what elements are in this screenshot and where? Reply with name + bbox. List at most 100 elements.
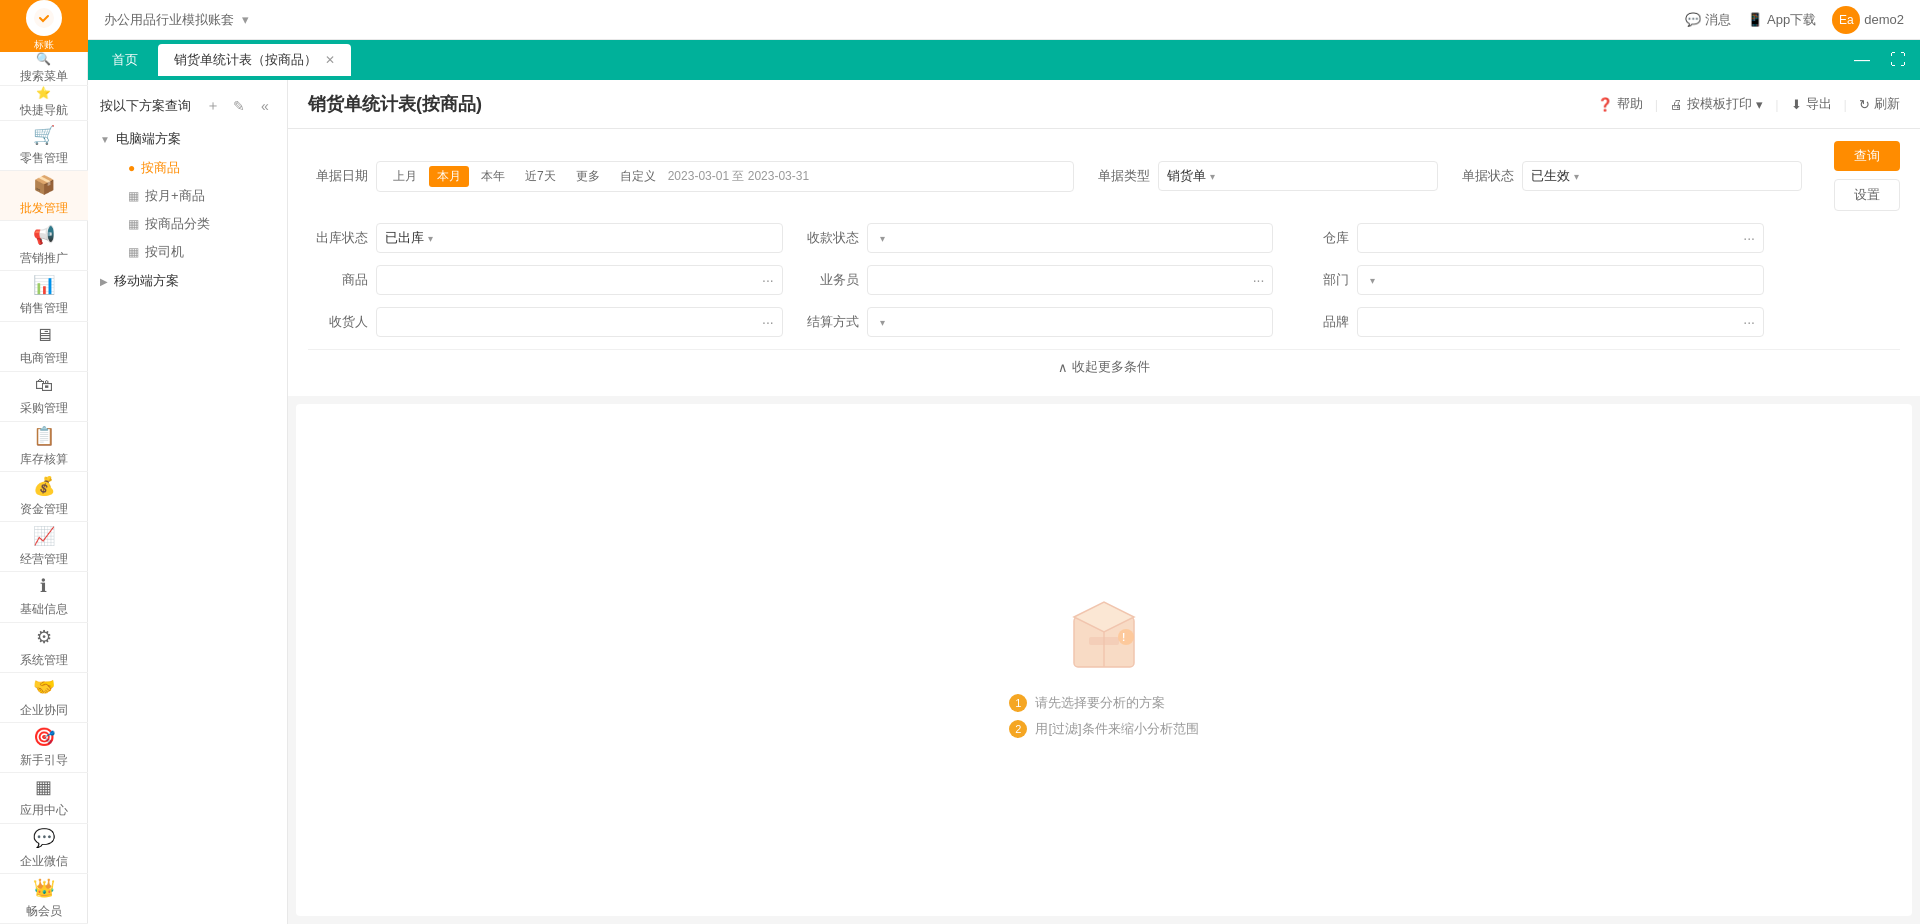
warehouse-label: 仓库 [1289,229,1349,247]
doc-type-control[interactable]: 销货单 ▾ [1158,161,1438,191]
svg-rect-4 [1089,637,1119,645]
sidebar-item-finance[interactable]: 💰 资金管理 [0,472,88,522]
sidebar-item-ecommerce[interactable]: 🖥 电商管理 [0,322,88,372]
date-tab-custom[interactable]: 自定义 [612,166,664,187]
finance-label: 资金管理 [20,501,68,518]
add-scheme-button[interactable]: ＋ [203,96,223,116]
refresh-icon: ↻ [1859,97,1870,112]
tree-node-mobile-label: 移动端方案 [114,272,179,290]
tab-home[interactable]: 首页 [96,44,154,76]
collect-status-control[interactable]: ▾ [867,223,1274,253]
date-tab-7days[interactable]: 近7天 [517,166,564,187]
page-header: 销货单统计表(按商品) ❓ 帮助 | 🖨 按模板打印 ▾ | [288,80,1920,129]
tree-node-desktop[interactable]: ▼ 电脑端方案 [88,124,287,154]
search-menu-item[interactable]: 🔍 搜索菜单 [0,52,88,86]
tab-sales-stat[interactable]: 销货单统计表（按商品） ✕ [158,44,351,76]
brand-label: 品牌 [1289,313,1349,331]
date-tab-more[interactable]: 更多 [568,166,608,187]
by-driver-icon: ▦ [128,245,139,259]
export-icon: ⬇ [1791,97,1802,112]
sidebar-item-wxwork[interactable]: 💬 企业微信 [0,824,88,874]
sidebar-item-apps[interactable]: ▦ 应用中心 [0,773,88,823]
dept-control[interactable]: ▾ [1357,265,1764,295]
sidebar-item-sales[interactable]: 📊 销售管理 [0,271,88,321]
date-tab-this-month[interactable]: 本月 [429,166,469,187]
export-button[interactable]: ⬇ 导出 [1791,95,1832,113]
date-tab-this-year[interactable]: 本年 [473,166,513,187]
tree-node-by-category[interactable]: ▦ 按商品分类 [108,210,287,238]
apps-label: 应用中心 [20,802,68,819]
sidebar-item-wholesale[interactable]: 📦 批发管理 [0,171,88,221]
collab-label: 企业协同 [20,702,68,719]
brand-dots[interactable]: ··· [1743,314,1755,330]
tab-close-button[interactable]: ✕ [325,53,335,67]
salesman-control[interactable]: ··· [867,265,1274,295]
user-profile-button[interactable]: Ea demo2 [1832,6,1904,34]
collapse-panel-button[interactable]: « [255,96,275,116]
settings-button[interactable]: 设置 [1834,179,1900,211]
message-button[interactable]: 💬 消息 [1685,11,1731,29]
salesman-dots[interactable]: ··· [1253,272,1265,288]
receiver-control[interactable]: ··· [376,307,783,337]
filter-brand: 品牌 ··· [1289,307,1764,337]
sidebar-item-inventory[interactable]: 📋 库存核算 [0,422,88,472]
refresh-button[interactable]: ↻ 刷新 [1859,95,1900,113]
hint-num-2: 2 [1009,720,1027,738]
brand-control[interactable]: ··· [1357,307,1764,337]
sidebar-item-basic[interactable]: ℹ 基础信息 [0,572,88,622]
doc-type-label: 单据类型 [1090,167,1150,185]
warehouse-control[interactable]: ··· [1357,223,1764,253]
by-goods-icon: ● [128,161,135,175]
sidebar-item-marketing[interactable]: 📢 营销推广 [0,221,88,271]
print-icon: 🖨 [1670,97,1683,112]
filter-collect-status: 收款状态 ▾ [799,223,1274,253]
sidebar-item-purchase[interactable]: 🛍 采购管理 [0,372,88,422]
goods-dots[interactable]: ··· [762,272,774,288]
divider-2: | [1775,97,1778,112]
warehouse-dots[interactable]: ··· [1743,230,1755,246]
quick-nav-item[interactable]: ⭐ 快捷导航 [0,86,88,120]
tab-maximize-button[interactable]: ⛶ [1884,46,1912,74]
inventory-label: 库存核算 [20,451,68,468]
payment-control[interactable]: ▾ [867,307,1274,337]
left-panel-title: 按以下方案查询 [100,97,191,115]
goods-control[interactable]: ··· [376,265,783,295]
app-logo[interactable]: 标账 [0,0,88,52]
top-header: 办公用品行业模拟账套 ▾ 💬 消息 📱 App下载 Ea demo2 [88,0,1920,40]
template-dropdown-icon[interactable]: ▾ [242,12,249,27]
print-button[interactable]: 🖨 按模板打印 ▾ [1670,95,1763,113]
sidebar-item-collab[interactable]: 🤝 企业协同 [0,673,88,723]
app-download-label: App下载 [1767,11,1816,29]
collapse-filter-button[interactable]: ∧ 收起更多条件 [308,349,1900,384]
sidebar-item-member[interactable]: 👑 畅会员 [0,874,88,924]
by-category-icon: ▦ [128,217,139,231]
print-label: 按模板打印 [1687,95,1752,113]
date-tab-last-month[interactable]: 上月 [385,166,425,187]
out-status-control[interactable]: 已出库 ▾ [376,223,783,253]
sidebar-item-guide[interactable]: 🎯 新手引导 [0,723,88,773]
divider-1: | [1655,97,1658,112]
app-download-button[interactable]: 📱 App下载 [1747,11,1816,29]
sidebar-item-operations[interactable]: 📈 经营管理 [0,522,88,572]
tree-node-mobile[interactable]: ▶ 移动端方案 [88,266,287,296]
dept-arrow: ▾ [1370,275,1375,286]
export-label: 导出 [1806,95,1832,113]
tab-minimize-button[interactable]: — [1848,46,1876,74]
user-name: demo2 [1864,12,1904,27]
help-button[interactable]: ❓ 帮助 [1597,95,1643,113]
guide-label: 新手引导 [20,752,68,769]
sidebar-item-retail[interactable]: 🛒 零售管理 [0,121,88,171]
tree-node-by-month-goods[interactable]: ▦ 按月+商品 [108,182,287,210]
tree-node-by-driver[interactable]: ▦ 按司机 [108,238,287,266]
edit-scheme-button[interactable]: ✎ [229,96,249,116]
date-tabs: 上月 本月 本年 近7天 更多 自定义 2023-03-01 至 2023-03… [385,166,1065,187]
query-button[interactable]: 查询 [1834,141,1900,171]
basic-label: 基础信息 [20,601,68,618]
goods-label: 商品 [308,271,368,289]
doc-status-control[interactable]: 已生效 ▾ [1522,161,1802,191]
tree-expand-icon: ▼ [100,134,110,145]
sidebar-item-system[interactable]: ⚙ 系统管理 [0,623,88,673]
message-icon: 💬 [1685,12,1701,27]
tree-node-by-goods[interactable]: ● 按商品 [108,154,287,182]
receiver-dots[interactable]: ··· [762,314,774,330]
